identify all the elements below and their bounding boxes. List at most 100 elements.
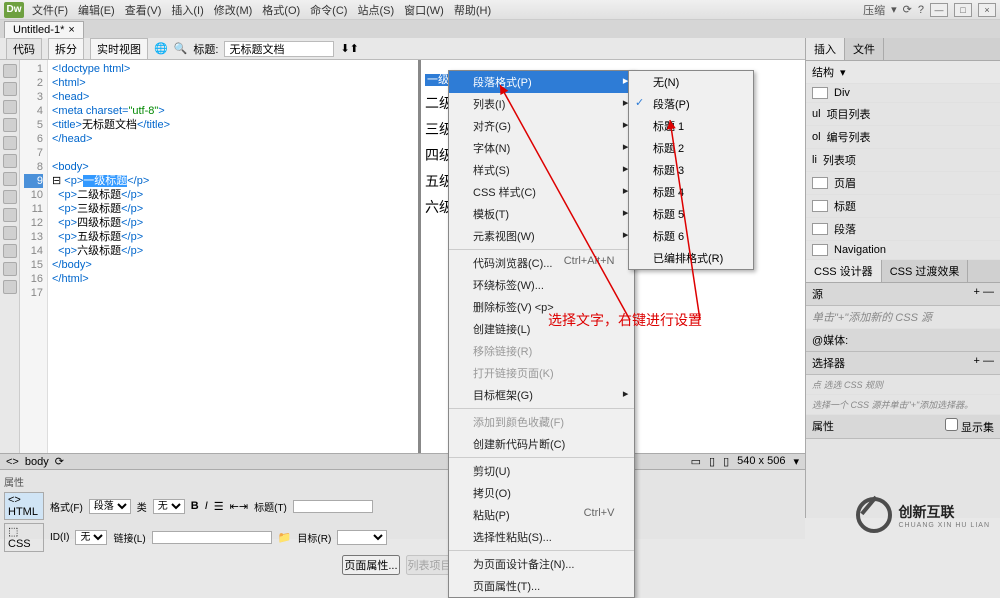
close-tab-icon[interactable]: × bbox=[68, 24, 74, 36]
id-select[interactable]: 无 bbox=[75, 530, 107, 545]
css-inspector[interactable]: ⬚ CSS bbox=[4, 523, 44, 552]
tool-icon[interactable] bbox=[3, 100, 17, 114]
title-input[interactable] bbox=[224, 41, 334, 57]
ctx-paragraph-format[interactable]: 段落格式(P) bbox=[449, 71, 634, 93]
italic-button[interactable]: I bbox=[205, 500, 208, 512]
ctx-target-frame[interactable]: 目标框架(G) bbox=[449, 384, 634, 406]
code-editor[interactable]: <!doctype html> <html> <head> <meta char… bbox=[48, 60, 418, 460]
insert-li[interactable]: li列表项 bbox=[806, 149, 1000, 172]
insert-heading[interactable]: 标题 bbox=[806, 195, 1000, 218]
sub-h5[interactable]: 标题 5 bbox=[629, 203, 753, 225]
add-icon[interactable]: + — bbox=[974, 355, 994, 371]
tool-icon[interactable] bbox=[3, 118, 17, 132]
indent-icon[interactable]: ⇤⇥ bbox=[230, 500, 248, 513]
device-tablet-icon[interactable]: ▯ bbox=[709, 455, 715, 468]
ctx-wrap-tag[interactable]: 环绕标签(W)... bbox=[449, 274, 634, 296]
refresh-icon[interactable]: ⬇⬆ bbox=[340, 42, 358, 55]
tab-files[interactable]: 文件 bbox=[845, 38, 884, 60]
css-selector[interactable]: 选择器+ — bbox=[806, 352, 1000, 375]
ctx-style[interactable]: 样式(S) bbox=[449, 159, 634, 181]
tool-icon[interactable] bbox=[3, 244, 17, 258]
tool-icon[interactable] bbox=[3, 154, 17, 168]
structure-dropdown[interactable]: 结构 bbox=[812, 64, 834, 80]
ctx-template[interactable]: 模板(T) bbox=[449, 203, 634, 225]
showset-checkbox[interactable] bbox=[945, 418, 958, 431]
tab-css-designer[interactable]: CSS 设计器 bbox=[806, 260, 882, 282]
format-select[interactable]: 段落 bbox=[89, 499, 131, 514]
help-icon[interactable]: ? bbox=[918, 4, 924, 16]
device-desktop-icon[interactable]: ▭ bbox=[691, 455, 701, 468]
tool-icon[interactable] bbox=[3, 136, 17, 150]
ctx-font[interactable]: 字体(N) bbox=[449, 137, 634, 159]
window-size[interactable]: 540 x 506 bbox=[737, 455, 785, 468]
css-sources[interactable]: 源+ — bbox=[806, 283, 1000, 306]
css-properties[interactable]: 属性 显示集 bbox=[806, 415, 1000, 439]
menu-view[interactable]: 查看(V) bbox=[125, 2, 162, 18]
live-view-button[interactable]: 实时视图 bbox=[90, 38, 148, 60]
sub-h3[interactable]: 标题 3 bbox=[629, 159, 753, 181]
close-button[interactable]: × bbox=[978, 3, 996, 17]
add-icon[interactable]: + — bbox=[974, 286, 994, 302]
html-inspector[interactable]: <> HTML bbox=[4, 492, 44, 520]
inspect-icon[interactable]: 🔍 bbox=[174, 42, 188, 55]
sub-h4[interactable]: 标题 4 bbox=[629, 181, 753, 203]
ctx-list[interactable]: 列表(I) bbox=[449, 93, 634, 115]
sync-icon[interactable]: ⟳ bbox=[903, 3, 912, 16]
menu-site[interactable]: 站点(S) bbox=[357, 2, 394, 18]
menu-window[interactable]: 窗口(W) bbox=[404, 2, 444, 18]
minimize-button[interactable]: — bbox=[930, 3, 948, 17]
tool-icon[interactable] bbox=[3, 172, 17, 186]
class-select[interactable]: 无 bbox=[153, 499, 185, 514]
tab-css-transitions[interactable]: CSS 过渡效果 bbox=[882, 260, 969, 282]
globe-icon[interactable]: 🌐 bbox=[154, 42, 168, 55]
ctx-cut[interactable]: 剪切(U) bbox=[449, 460, 634, 482]
sub-preformatted[interactable]: 已编排格式(R) bbox=[629, 247, 753, 269]
ctx-paste[interactable]: 粘贴(P)Ctrl+V bbox=[449, 504, 634, 526]
ctx-page-props[interactable]: 页面属性(T)... bbox=[449, 575, 634, 597]
ctx-paste-special[interactable]: 选择性粘贴(S)... bbox=[449, 526, 634, 548]
tool-icon[interactable] bbox=[3, 280, 17, 294]
sub-h1[interactable]: 标题 1 bbox=[629, 115, 753, 137]
ctx-code-navigator[interactable]: 代码浏览器(C)...Ctrl+Alt+N bbox=[449, 252, 634, 274]
list-icon[interactable]: ☰ bbox=[214, 500, 224, 513]
page-props-button[interactable]: 页面属性... bbox=[342, 555, 399, 575]
tool-icon[interactable] bbox=[3, 262, 17, 276]
menu-modify[interactable]: 修改(M) bbox=[214, 2, 253, 18]
ctx-css-style[interactable]: CSS 样式(C) bbox=[449, 181, 634, 203]
tool-icon[interactable] bbox=[3, 190, 17, 204]
tag-body[interactable]: body bbox=[25, 456, 49, 468]
bold-button[interactable]: B bbox=[191, 500, 199, 512]
menu-commands[interactable]: 命令(C) bbox=[310, 2, 347, 18]
insert-div[interactable]: Div bbox=[806, 84, 1000, 103]
insert-ol[interactable]: ol编号列表 bbox=[806, 126, 1000, 149]
maximize-button[interactable]: □ bbox=[954, 3, 972, 17]
tag-refresh-icon[interactable]: ⟳ bbox=[55, 455, 64, 468]
ctx-copy[interactable]: 拷贝(O) bbox=[449, 482, 634, 504]
code-view-button[interactable]: 代码 bbox=[6, 38, 42, 60]
insert-nav[interactable]: Navigation bbox=[806, 241, 1000, 260]
insert-header[interactable]: 页眉 bbox=[806, 172, 1000, 195]
sub-none[interactable]: 无(N) bbox=[629, 71, 753, 93]
tool-icon[interactable] bbox=[3, 64, 17, 78]
ctx-element-view[interactable]: 元素视图(W) bbox=[449, 225, 634, 247]
ctx-design-notes[interactable]: 为页面设计备注(N)... bbox=[449, 553, 634, 575]
link-folder-icon[interactable]: 📁 bbox=[278, 531, 292, 544]
css-media[interactable]: @媒体: bbox=[806, 329, 1000, 352]
tool-icon[interactable] bbox=[3, 82, 17, 96]
tool-icon[interactable] bbox=[3, 226, 17, 240]
layout-dropdown[interactable]: 压缩 bbox=[863, 2, 885, 18]
sub-paragraph[interactable]: ✓段落(P) bbox=[629, 93, 753, 115]
menu-edit[interactable]: 编辑(E) bbox=[78, 2, 115, 18]
split-view-button[interactable]: 拆分 bbox=[48, 38, 84, 60]
menu-help[interactable]: 帮助(H) bbox=[454, 2, 491, 18]
sub-h6[interactable]: 标题 6 bbox=[629, 225, 753, 247]
tool-icon[interactable] bbox=[3, 208, 17, 222]
menu-insert[interactable]: 插入(I) bbox=[171, 2, 203, 18]
ctx-new-snippet[interactable]: 创建新代码片断(C) bbox=[449, 433, 634, 455]
file-tab[interactable]: Untitled-1* × bbox=[4, 21, 84, 38]
ctx-align[interactable]: 对齐(G) bbox=[449, 115, 634, 137]
sub-h2[interactable]: 标题 2 bbox=[629, 137, 753, 159]
link-input[interactable] bbox=[152, 531, 272, 544]
insert-p[interactable]: 段落 bbox=[806, 218, 1000, 241]
tab-insert[interactable]: 插入 bbox=[806, 38, 845, 60]
